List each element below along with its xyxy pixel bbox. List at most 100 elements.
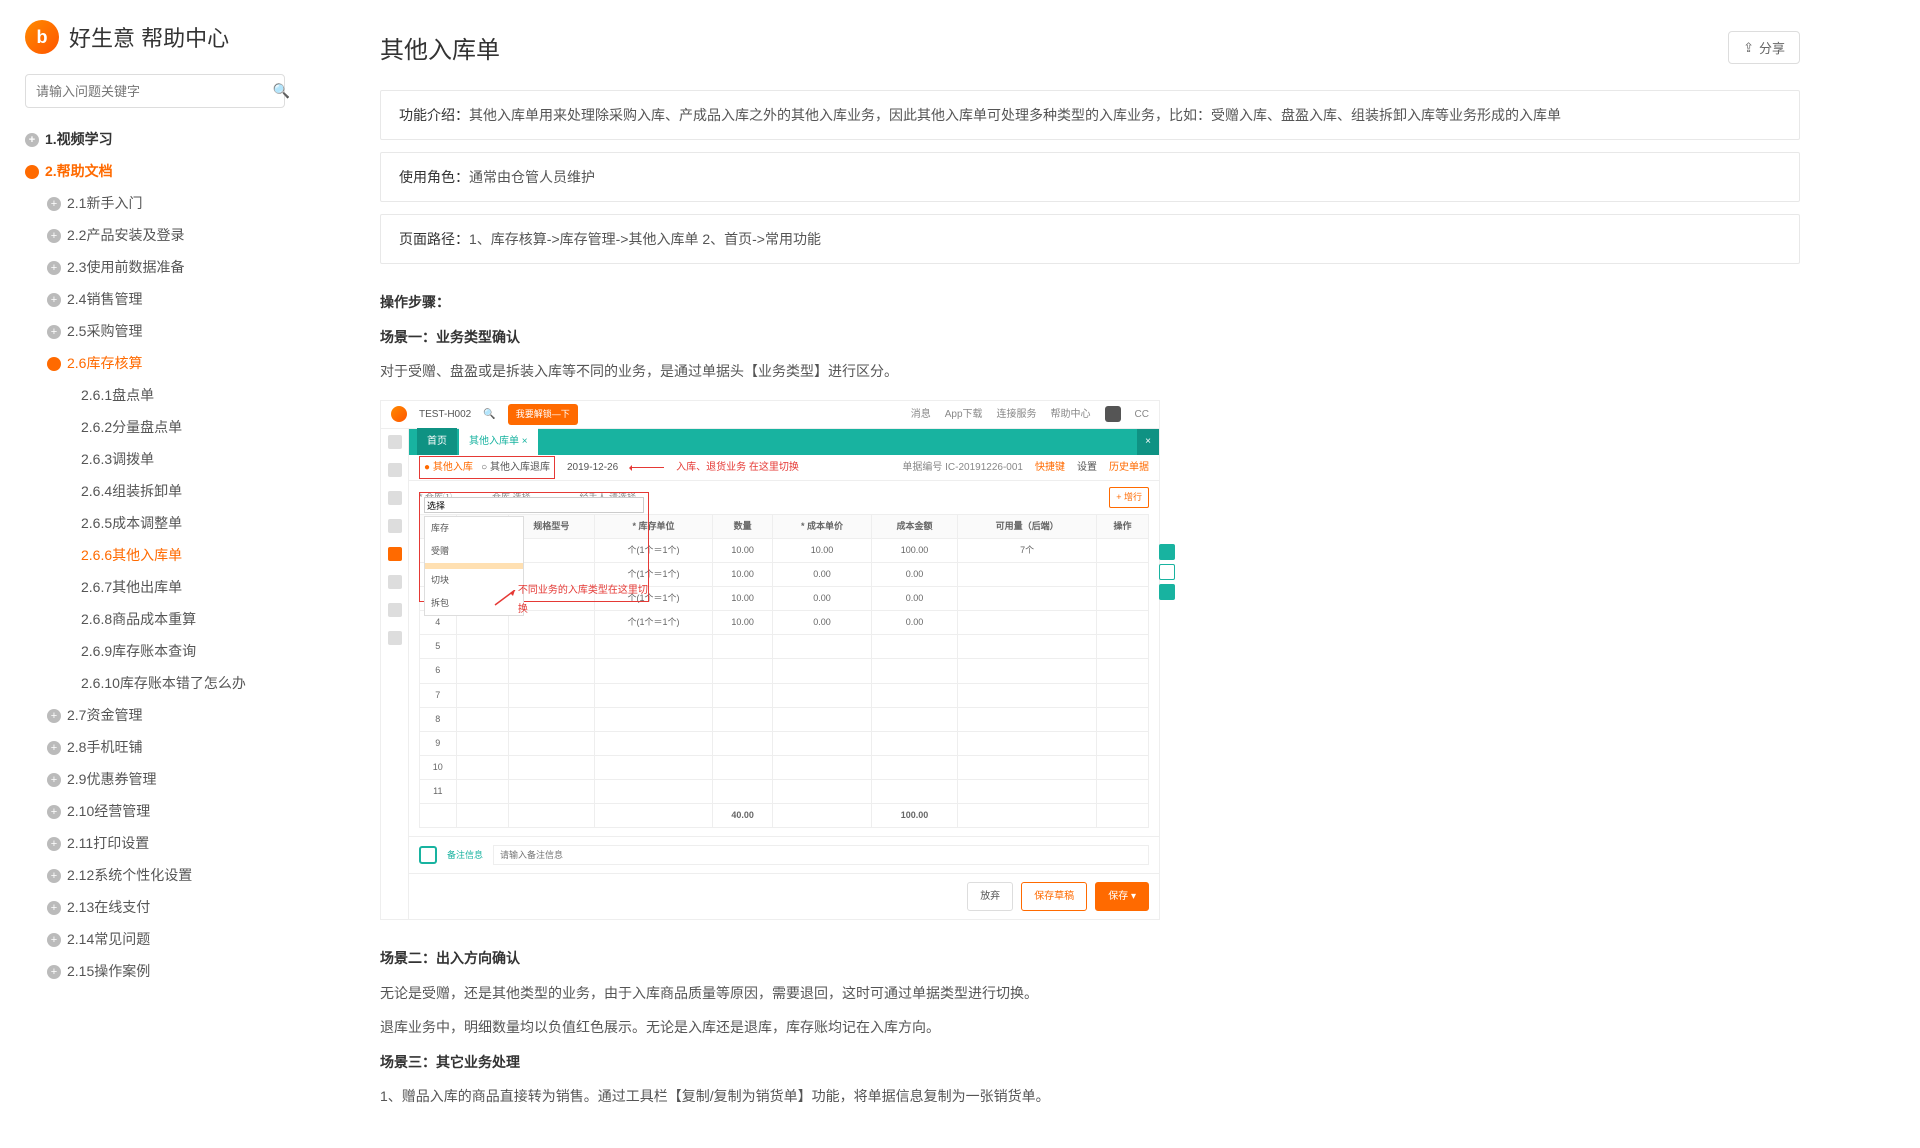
- nav-2-6-9[interactable]: 2.6.9库存账本查询: [25, 635, 300, 667]
- nav-2-6-4[interactable]: 2.6.4组装拆卸单: [25, 475, 300, 507]
- embedded-mode-row: ● 其他入库 ○ 其他入库退库 2019-12-26 入库、退货业务 在这里切换…: [409, 455, 1159, 481]
- nav-2-10[interactable]: 2.10经营管理: [25, 795, 300, 827]
- save-button: 保存 ▾: [1095, 882, 1149, 911]
- nav-2-1[interactable]: 2.1新手入门: [25, 187, 300, 219]
- nav-2-6-3[interactable]: 2.6.3调拨单: [25, 443, 300, 475]
- float-icon: [1159, 584, 1175, 600]
- nav-2-6-10[interactable]: 2.6.10库存账本错了怎么办: [25, 667, 300, 699]
- nav-2-5[interactable]: 2.5采购管理: [25, 315, 300, 347]
- nav-2-13[interactable]: 2.13在线支付: [25, 891, 300, 923]
- nav-2-11[interactable]: 2.11打印设置: [25, 827, 300, 859]
- side-icon-active: [388, 547, 402, 561]
- float-icon: [1159, 544, 1175, 560]
- plus-icon: [47, 901, 61, 915]
- topbar-app: App下载: [945, 405, 983, 424]
- embedded-logo-icon: [391, 406, 407, 422]
- plus-icon: [47, 933, 61, 947]
- plus-icon: [47, 869, 61, 883]
- minus-icon: [25, 165, 39, 179]
- role-label: 使用角色：: [399, 169, 469, 185]
- nav-2-7[interactable]: 2.7资金管理: [25, 699, 300, 731]
- nav-2-6-1[interactable]: 2.6.1盘点单: [25, 379, 300, 411]
- share-label: 分享: [1759, 38, 1785, 57]
- plus-icon: [47, 293, 61, 307]
- nav-2-6-6[interactable]: 2.6.6其他入库单: [25, 539, 300, 571]
- date-value: 2019-12-26: [567, 458, 618, 477]
- topbar-conn: 连接服务: [997, 405, 1037, 424]
- mode-radio-group: ● 其他入库 ○ 其他入库退库: [419, 456, 555, 479]
- nav-2-4[interactable]: 2.4销售管理: [25, 283, 300, 315]
- embedded-tabs: 首页 其他入库单 × ×: [409, 429, 1159, 455]
- nav-2-6-7[interactable]: 2.6.7其他出库单: [25, 571, 300, 603]
- nav-2-6-2[interactable]: 2.6.2分量盘点单: [25, 411, 300, 443]
- tab-home: 首页: [417, 428, 457, 455]
- side-icon: [388, 603, 402, 617]
- side-icon: [388, 491, 402, 505]
- brand-row: b 好生意 帮助中心: [25, 20, 300, 54]
- nav-2-2[interactable]: 2.2产品安装及登录: [25, 219, 300, 251]
- tb-shortcut: 快捷键: [1035, 458, 1065, 477]
- path-box: 页面路径：1、库存核算->库存管理->其他入库单 2、首页->常用功能: [380, 214, 1800, 264]
- screenshot1: TEST-H002 🔍 我要解锁—下 消息 App下载 连接服务 帮助中心 CC: [380, 400, 1800, 920]
- avatar-icon: [1105, 406, 1121, 422]
- search-box: 🔍: [25, 74, 300, 108]
- nav-2-14[interactable]: 2.14常见问题: [25, 923, 300, 955]
- embedded-sidebar: [381, 429, 409, 919]
- embedded-memo-row: 备注信息: [409, 836, 1159, 873]
- annotation1: 入库、退货业务 在这里切换: [676, 458, 799, 477]
- memo-icon: [419, 846, 437, 864]
- float-icon: [1159, 564, 1175, 580]
- savedraft-button: 保存草稿: [1021, 882, 1087, 911]
- scene1-title: 场景一：业务类型确认: [380, 324, 1800, 351]
- embedded-topbar: TEST-H002 🔍 我要解锁—下 消息 App下载 连接服务 帮助中心 CC: [381, 401, 1159, 429]
- nav-2-8[interactable]: 2.8手机旺铺: [25, 731, 300, 763]
- side-icon: [388, 435, 402, 449]
- plus-icon: [47, 773, 61, 787]
- scene2-line2: 退库业务中，明细数量均以负值红色展示。无论是入库还是退库，库存账均记在入库方向。: [380, 1014, 1800, 1041]
- embedded-footer: 放弃 保存草稿 保存 ▾: [409, 873, 1159, 919]
- search-icon[interactable]: 🔍: [273, 83, 290, 100]
- plus-icon: [47, 965, 61, 979]
- side-icon: [388, 575, 402, 589]
- scene3-line1: 1、赠品入库的商品直接转为销售。通过工具栏【复制/复制为销货单】功能，将单据信息…: [380, 1083, 1800, 1110]
- nav-2-3[interactable]: 2.3使用前数据准备: [25, 251, 300, 283]
- nav-2-6[interactable]: 2.6库存核算: [25, 347, 300, 379]
- biztype-input: [424, 497, 644, 513]
- nav-2-15[interactable]: 2.15操作案例: [25, 955, 300, 987]
- plus-icon: [47, 325, 61, 339]
- nav-help-docs[interactable]: 2.帮助文档: [25, 155, 300, 187]
- nav-2-6-5[interactable]: 2.6.5成本调整单: [25, 507, 300, 539]
- topbar-msg: 消息: [911, 405, 931, 424]
- share-button[interactable]: ⇪ 分享: [1728, 31, 1800, 64]
- dd-opt: 受赠: [425, 540, 523, 563]
- nav-tree: 1.视频学习 2.帮助文档 2.1新手入门 2.2产品安装及登录 2.3使用前数…: [25, 123, 300, 987]
- step-label: 操作步骤：: [380, 289, 1800, 316]
- mode-return: ○ 其他入库退库: [481, 462, 550, 473]
- intro-box: 功能介绍：其他入库单用来处理除采购入库、产成品入库之外的其他入库业务，因此其他入…: [380, 90, 1800, 140]
- billcode-value: IC-20191226-001: [945, 462, 1023, 473]
- side-icon: [388, 463, 402, 477]
- path-text: 1、库存核算->库存管理->其他入库单 2、首页->常用功能: [469, 231, 821, 247]
- nav-2-6-8[interactable]: 2.6.8商品成本重算: [25, 603, 300, 635]
- topbar-user: CC: [1135, 405, 1149, 424]
- search-input[interactable]: [25, 74, 285, 108]
- floating-tools: [1159, 544, 1175, 600]
- side-icon: [388, 631, 402, 645]
- nav-video-learning[interactable]: 1.视频学习: [25, 123, 300, 155]
- title-row: 其他入库单 ⇪ 分享: [380, 30, 1800, 65]
- plus-icon: [25, 133, 39, 147]
- path-label: 页面路径：: [399, 231, 469, 247]
- embedded-app: TEST-H002 🔍 我要解锁—下 消息 App下载 连接服务 帮助中心 CC: [380, 400, 1160, 920]
- discard-button: 放弃: [967, 882, 1013, 911]
- plus-icon: [47, 837, 61, 851]
- mode-in: ● 其他入库: [424, 462, 473, 473]
- plus-icon: [47, 805, 61, 819]
- side-icon: [388, 519, 402, 533]
- minus-icon: [47, 357, 61, 371]
- plus-icon: [47, 229, 61, 243]
- embedded-testcode: TEST-H002: [419, 405, 471, 424]
- annotation2: 不同业务的入库类型在这里切换: [518, 581, 648, 619]
- tb-settings: 设置: [1077, 458, 1097, 477]
- nav-2-9[interactable]: 2.9优惠券管理: [25, 763, 300, 795]
- nav-2-12[interactable]: 2.12系统个性化设置: [25, 859, 300, 891]
